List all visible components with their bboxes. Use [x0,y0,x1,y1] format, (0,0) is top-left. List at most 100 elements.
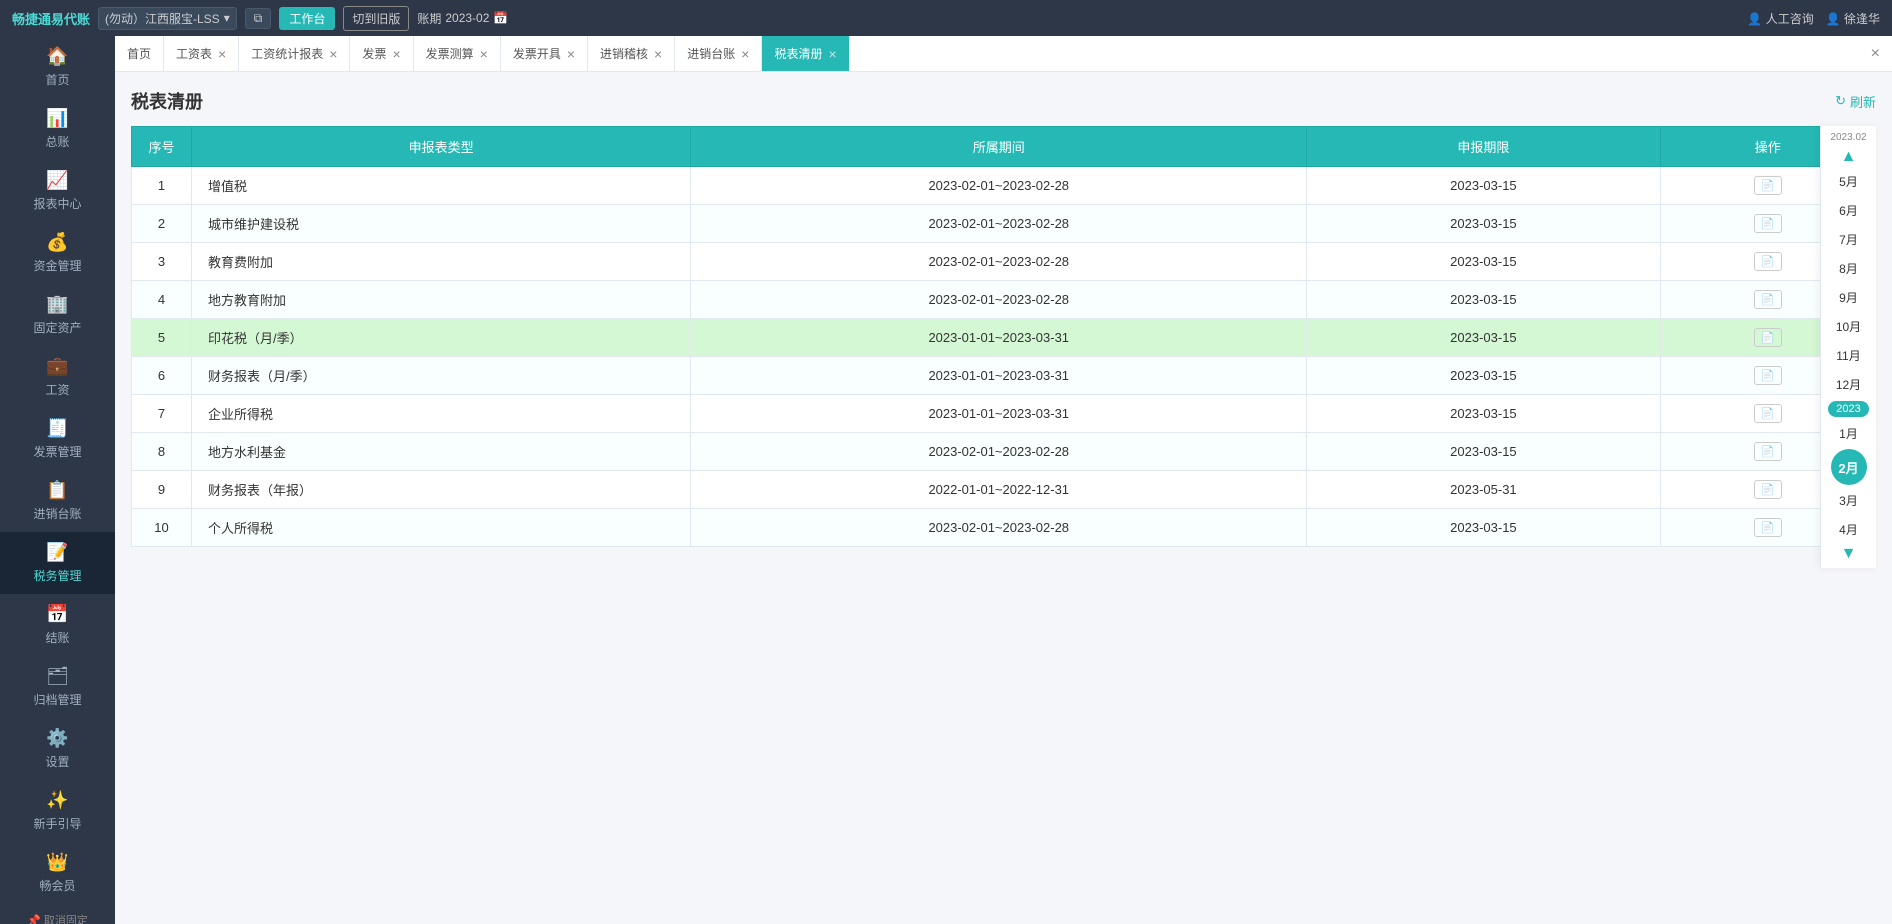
month-2-current[interactable]: 2月 [1831,449,1867,485]
tab-close-icon[interactable]: × [480,46,488,62]
cell-deadline: 2023-03-15 [1307,357,1660,395]
month-6[interactable]: 6月 [1827,197,1871,224]
month-9[interactable]: 9月 [1827,284,1871,311]
sidebar-item-tax[interactable]: 📝 税务管理 [0,532,115,594]
sidebar-item-settings[interactable]: ⚙️ 设置 [0,718,115,780]
tab-close-icon[interactable]: × [329,46,337,62]
refresh-button[interactable]: ↻ 刷新 [1835,92,1876,111]
sidebar-item-archive[interactable]: 🗂 归档管理 [0,656,115,718]
sidebar-item-home[interactable]: 🏠 首页 [0,36,115,98]
tab-tax-list[interactable]: 税表清册 × [762,36,849,72]
action-btn[interactable]: 📄 [1754,518,1782,537]
sidebar-item-purchase[interactable]: 📋 进销台账 [0,470,115,532]
month-1[interactable]: 1月 [1827,420,1871,447]
sidebar-item-salary[interactable]: 💼 工资 [0,346,115,408]
action-btn[interactable]: 📄 [1754,442,1782,461]
tab-label: 工资表 [176,45,212,62]
tab-close-icon[interactable]: × [392,46,400,62]
action-btn[interactable]: 📄 [1754,252,1782,271]
cell-period: 2023-02-01~2023-02-28 [691,433,1307,471]
tab-close-icon[interactable]: × [741,46,749,62]
user-name[interactable]: 👤 徐逢华 [1826,10,1880,27]
date-panel-up[interactable]: ▲ [1835,147,1863,167]
switch-old-button[interactable]: 切到旧版 [343,6,409,31]
month-7[interactable]: 7月 [1827,226,1871,253]
month-4[interactable]: 4月 [1827,516,1871,543]
tab-home[interactable]: 首页 [115,36,164,72]
table-row: 1 增值税 2023-02-01~2023-02-28 2023-03-15 📄 [132,167,1876,205]
tab-purchase-audit[interactable]: 进销稽核 × [588,36,675,72]
tab-close-icon[interactable]: × [218,46,226,62]
action-btn[interactable]: 📄 [1754,214,1782,233]
cell-period: 2023-02-01~2023-02-28 [691,281,1307,319]
tab-invoice-issue[interactable]: 发票开具 × [501,36,588,72]
sidebar-item-label: 新手引导 [33,815,81,832]
tab-close-icon[interactable]: × [654,46,662,62]
table-row: 9 财务报表（年报） 2022-01-01~2022-12-31 2023-05… [132,471,1876,509]
cell-deadline: 2023-03-15 [1307,433,1660,471]
action-btn[interactable]: 📄 [1754,366,1782,385]
tab-close-icon[interactable]: × [828,46,836,62]
cell-no: 7 [132,395,192,433]
month-12[interactable]: 12月 [1827,371,1871,398]
cell-type: 财务报表（年报） [192,471,691,509]
cell-type: 教育费附加 [192,243,691,281]
period-area: 账期 2023-02 📅 [417,10,508,27]
table-row: 6 财务报表（月/季） 2023-01-01~2023-03-31 2023-0… [132,357,1876,395]
tab-label: 进销台账 [687,45,735,62]
cell-period: 2023-01-01~2023-03-31 [691,357,1307,395]
sidebar-item-assets[interactable]: 🏢 固定资产 [0,284,115,346]
col-no: 序号 [132,127,192,167]
workbench-button[interactable]: 工作台 [279,7,335,30]
sidebar-item-fund[interactable]: 💰 资金管理 [0,222,115,284]
sidebar-item-member[interactable]: 👑 畅会员 [0,842,115,904]
cell-no: 5 [132,319,192,357]
purchase-icon: 📋 [46,480,68,501]
action-btn[interactable]: 📄 [1754,404,1782,423]
sidebar-item-label: 发票管理 [33,443,81,460]
table-row: 4 地方教育附加 2023-02-01~2023-02-28 2023-03-1… [132,281,1876,319]
date-panel-down[interactable]: ▼ [1835,544,1863,564]
company-name: (勿动）江西服宝-LSS [105,10,220,27]
cell-type: 个人所得税 [192,509,691,547]
month-10[interactable]: 10月 [1827,313,1871,340]
sidebar-item-label: 首页 [45,71,69,88]
human-consult[interactable]: 👤 人工咨询 [1747,10,1813,27]
month-8[interactable]: 8月 [1827,255,1871,282]
action-btn[interactable]: 📄 [1754,480,1782,499]
sidebar-item-ledger[interactable]: 📊 总账 [0,98,115,160]
action-btn[interactable]: 📄 [1754,176,1782,195]
sidebar-item-invoice[interactable]: 🧾 发票管理 [0,408,115,470]
app-logo: 畅捷通易代账 [12,9,90,28]
sidebar-item-label: 固定资产 [33,319,81,336]
sidebar-item-closing[interactable]: 📅 结账 [0,594,115,656]
table-row: 2 城市维护建设税 2023-02-01~2023-02-28 2023-03-… [132,205,1876,243]
tab-label: 工资统计报表 [251,45,323,62]
tab-purchase-ledger[interactable]: 进销台账 × [675,36,762,72]
tab-invoice[interactable]: 发票 × [350,36,413,72]
cancel-fixed[interactable]: 📌 取消固定 [0,904,115,924]
cell-period: 2023-02-01~2023-02-28 [691,509,1307,547]
page-wrapper: 序号 申报表类型 所属期间 申报期限 操作 1 增值税 2023-02-01~2… [131,126,1876,547]
copy-button[interactable]: ⧉ [245,8,272,29]
cell-type: 城市维护建设税 [192,205,691,243]
action-btn[interactable]: 📄 [1754,290,1782,309]
tab-salary-report[interactable]: 工资统计报表 × [239,36,350,72]
tab-invoice-calc[interactable]: 发票测算 × [414,36,501,72]
month-3[interactable]: 3月 [1827,487,1871,514]
report-icon: 📈 [46,170,68,191]
cell-period: 2023-01-01~2023-03-31 [691,319,1307,357]
sidebar-item-guide[interactable]: ✨ 新手引导 [0,780,115,842]
tab-salary-table[interactable]: 工资表 × [164,36,239,72]
cell-deadline: 2023-03-15 [1307,167,1660,205]
company-dropdown[interactable]: (勿动）江西服宝-LSS ▾ [98,7,237,30]
calendar-icon[interactable]: 📅 [493,11,508,25]
sidebar-item-report[interactable]: 📈 报表中心 [0,160,115,222]
cell-no: 10 [132,509,192,547]
tab-bar-close[interactable]: × [1859,45,1892,63]
cell-deadline: 2023-03-15 [1307,395,1660,433]
month-5[interactable]: 5月 [1827,168,1871,195]
action-btn[interactable]: 📄 [1754,328,1782,347]
month-11[interactable]: 11月 [1827,342,1871,369]
tab-close-icon[interactable]: × [567,46,575,62]
